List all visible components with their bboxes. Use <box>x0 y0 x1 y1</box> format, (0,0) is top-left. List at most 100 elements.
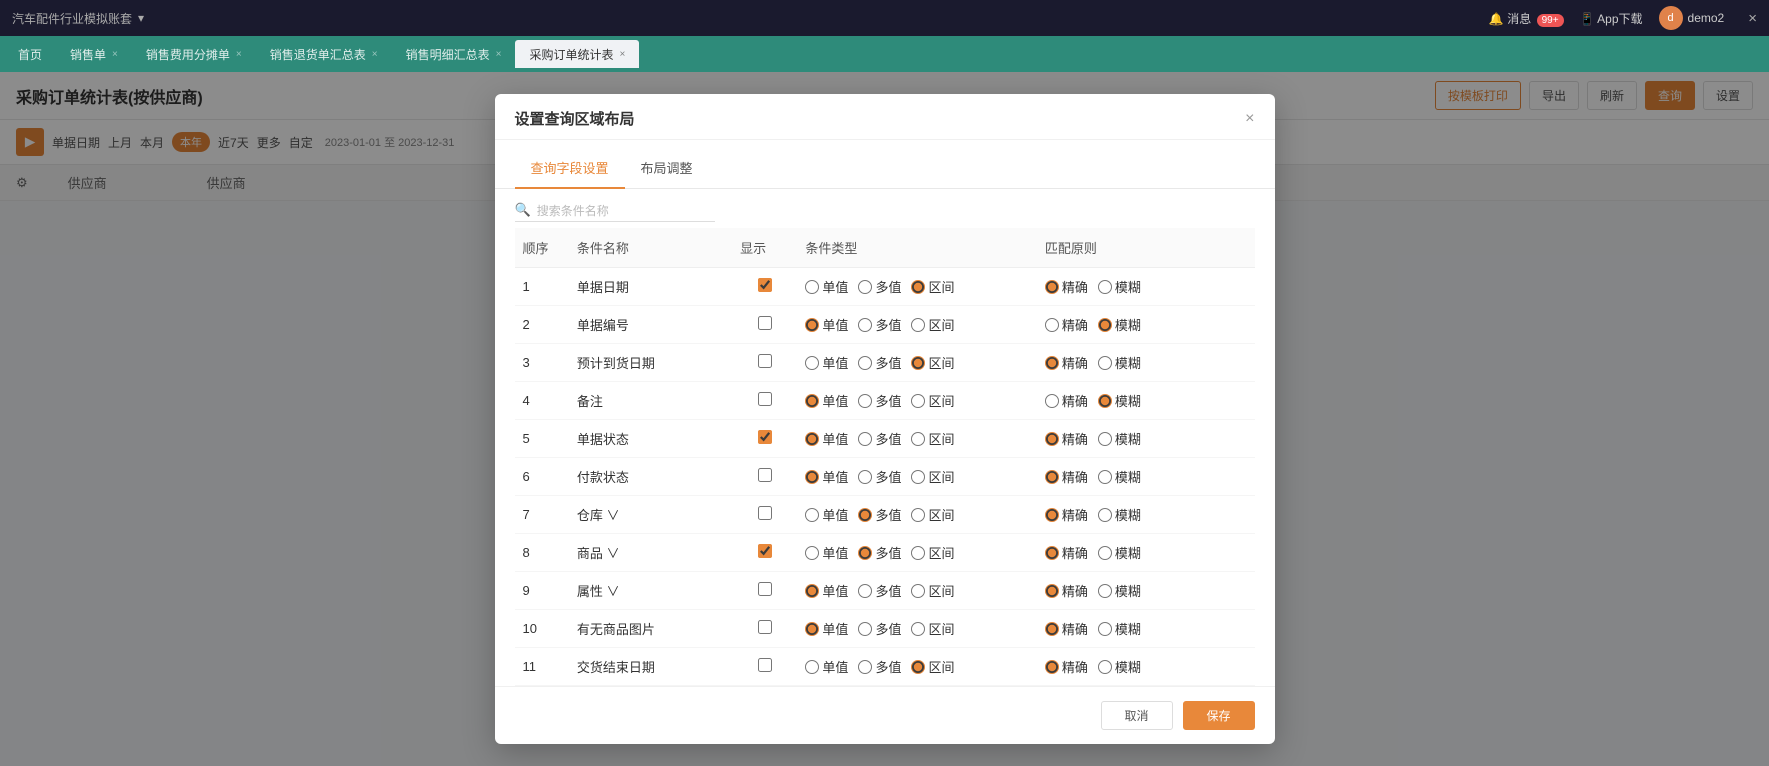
radio-type-单值-5[interactable]: 单值 <box>805 467 848 486</box>
radio-type-单值-8[interactable]: 单值 <box>805 581 848 600</box>
cell-name-2: 预计到货日期 <box>569 344 732 382</box>
checkbox-show-5[interactable] <box>758 468 772 482</box>
radio-group-match-5: 精确模糊 <box>1045 467 1247 486</box>
radio-type-多值-3[interactable]: 多值 <box>858 391 901 410</box>
radio-type-区间-8[interactable]: 区间 <box>911 581 954 600</box>
radio-type-单值-0[interactable]: 单值 <box>805 277 848 296</box>
radio-match-模糊-1[interactable]: 模糊 <box>1098 315 1141 334</box>
tab-sales-detail-close[interactable]: × <box>496 49 502 60</box>
radio-match-模糊-7[interactable]: 模糊 <box>1098 543 1141 562</box>
radio-match-精确-3[interactable]: 精确 <box>1045 391 1088 410</box>
tab-sales-expense[interactable]: 销售费用分摊单 × <box>132 40 256 68</box>
radio-type-单值-9[interactable]: 单值 <box>805 619 848 638</box>
tab-sales-order[interactable]: 销售单 × <box>56 40 132 68</box>
radio-type-区间-7[interactable]: 区间 <box>911 543 954 562</box>
radio-group-match-3: 精确模糊 <box>1045 391 1247 410</box>
radio-type-多值-10[interactable]: 多值 <box>858 657 901 676</box>
radio-type-单值-10[interactable]: 单值 <box>805 657 848 676</box>
checkbox-show-0[interactable] <box>758 278 772 292</box>
radio-type-区间-9[interactable]: 区间 <box>911 619 954 638</box>
radio-match-模糊-4[interactable]: 模糊 <box>1098 429 1141 448</box>
radio-match-精确-9[interactable]: 精确 <box>1045 619 1088 638</box>
checkbox-show-1[interactable] <box>758 316 772 330</box>
radio-type-区间-1[interactable]: 区间 <box>911 315 954 334</box>
bell-icon: 🔔 <box>1489 12 1504 26</box>
checkbox-show-7[interactable] <box>758 544 772 558</box>
checkbox-show-3[interactable] <box>758 392 772 406</box>
radio-type-单值-3[interactable]: 单值 <box>805 391 848 410</box>
radio-match-模糊-6[interactable]: 模糊 <box>1098 505 1141 524</box>
tab-sales-detail[interactable]: 销售明细汇总表 × <box>392 40 516 68</box>
checkbox-show-9[interactable] <box>758 620 772 634</box>
radio-type-多值-6[interactable]: 多值 <box>858 505 901 524</box>
radio-match-精确-0[interactable]: 精确 <box>1045 277 1088 296</box>
radio-type-多值-0[interactable]: 多值 <box>858 277 901 296</box>
radio-type-单值-6[interactable]: 单值 <box>805 505 848 524</box>
user-area[interactable]: d demo2 <box>1659 6 1725 30</box>
window-close-button[interactable]: × <box>1748 10 1757 27</box>
radio-type-区间-2[interactable]: 区间 <box>911 353 954 372</box>
tab-purchase-order[interactable]: 采购订单统计表 × <box>515 40 639 68</box>
cancel-button[interactable]: 取消 <box>1101 701 1173 730</box>
save-button[interactable]: 保存 <box>1183 701 1255 730</box>
radio-type-单值-1[interactable]: 单值 <box>805 315 848 334</box>
tab-sales-return[interactable]: 销售退货单汇总表 × <box>256 40 392 68</box>
radio-type-区间-3[interactable]: 区间 <box>911 391 954 410</box>
radio-match-模糊-10[interactable]: 模糊 <box>1098 657 1141 676</box>
checkbox-show-2[interactable] <box>758 354 772 368</box>
radio-match-精确-8[interactable]: 精确 <box>1045 581 1088 600</box>
dialog-tab-layout[interactable]: 布局调整 <box>625 152 709 189</box>
radio-match-模糊-2[interactable]: 模糊 <box>1098 353 1141 372</box>
radio-type-多值-9[interactable]: 多值 <box>858 619 901 638</box>
radio-type-区间-0[interactable]: 区间 <box>911 277 954 296</box>
tab-sales-order-close[interactable]: × <box>112 49 118 60</box>
radio-type-单值-4[interactable]: 单值 <box>805 429 848 448</box>
radio-type-多值-2[interactable]: 多值 <box>858 353 901 372</box>
radio-match-模糊-5[interactable]: 模糊 <box>1098 467 1141 486</box>
radio-match-精确-10[interactable]: 精确 <box>1045 657 1088 676</box>
radio-match-精确-6[interactable]: 精确 <box>1045 505 1088 524</box>
notification-area[interactable]: 🔔 消息 99+ <box>1489 10 1564 27</box>
checkbox-show-6[interactable] <box>758 506 772 520</box>
tab-purchase-order-close[interactable]: × <box>619 49 625 60</box>
cell-type-1: 单值多值区间 <box>797 306 1036 344</box>
radio-match-精确-5[interactable]: 精确 <box>1045 467 1088 486</box>
checkbox-show-8[interactable] <box>758 582 772 596</box>
checkbox-show-10[interactable] <box>758 658 772 672</box>
radio-type-多值-4[interactable]: 多值 <box>858 429 901 448</box>
tab-sales-return-close[interactable]: × <box>372 49 378 60</box>
radio-match-精确-7[interactable]: 精确 <box>1045 543 1088 562</box>
checkbox-show-4[interactable] <box>758 430 772 444</box>
radio-type-多值-7[interactable]: 多值 <box>858 543 901 562</box>
radio-type-区间-10[interactable]: 区间 <box>911 657 954 676</box>
cell-name-6: 仓库 ∨ <box>569 496 732 534</box>
download-area[interactable]: 📱 App下载 <box>1580 10 1643 27</box>
radio-match-模糊-9[interactable]: 模糊 <box>1098 619 1141 638</box>
cell-show-1 <box>732 306 797 344</box>
chevron-down-icon: ▾ <box>138 11 144 25</box>
dialog-tab-layout-label: 布局调整 <box>641 161 693 176</box>
radio-match-模糊-3[interactable]: 模糊 <box>1098 391 1141 410</box>
radio-type-区间-4[interactable]: 区间 <box>911 429 954 448</box>
top-bar-right: 🔔 消息 99+ 📱 App下载 d demo2 × <box>1489 6 1757 30</box>
radio-type-多值-8[interactable]: 多值 <box>858 581 901 600</box>
tab-sales-expense-close[interactable]: × <box>236 49 242 60</box>
radio-type-单值-2[interactable]: 单值 <box>805 353 848 372</box>
dialog-close-button[interactable]: × <box>1245 111 1254 127</box>
tab-home[interactable]: 首页 <box>4 40 56 68</box>
cell-order-7: 8 <box>515 534 569 572</box>
radio-match-模糊-0[interactable]: 模糊 <box>1098 277 1141 296</box>
radio-type-单值-7[interactable]: 单值 <box>805 543 848 562</box>
search-input[interactable] <box>537 203 697 218</box>
radio-match-精确-1[interactable]: 精确 <box>1045 315 1088 334</box>
radio-group-type-6: 单值多值区间 <box>805 505 1028 524</box>
radio-type-区间-5[interactable]: 区间 <box>911 467 954 486</box>
radio-type-区间-6[interactable]: 区间 <box>911 505 954 524</box>
dialog-tab-query[interactable]: 查询字段设置 <box>515 152 625 189</box>
radio-match-精确-4[interactable]: 精确 <box>1045 429 1088 448</box>
cell-match-1: 精确模糊 <box>1037 306 1255 344</box>
radio-match-模糊-8[interactable]: 模糊 <box>1098 581 1141 600</box>
radio-type-多值-1[interactable]: 多值 <box>858 315 901 334</box>
radio-type-多值-5[interactable]: 多值 <box>858 467 901 486</box>
radio-match-精确-2[interactable]: 精确 <box>1045 353 1088 372</box>
